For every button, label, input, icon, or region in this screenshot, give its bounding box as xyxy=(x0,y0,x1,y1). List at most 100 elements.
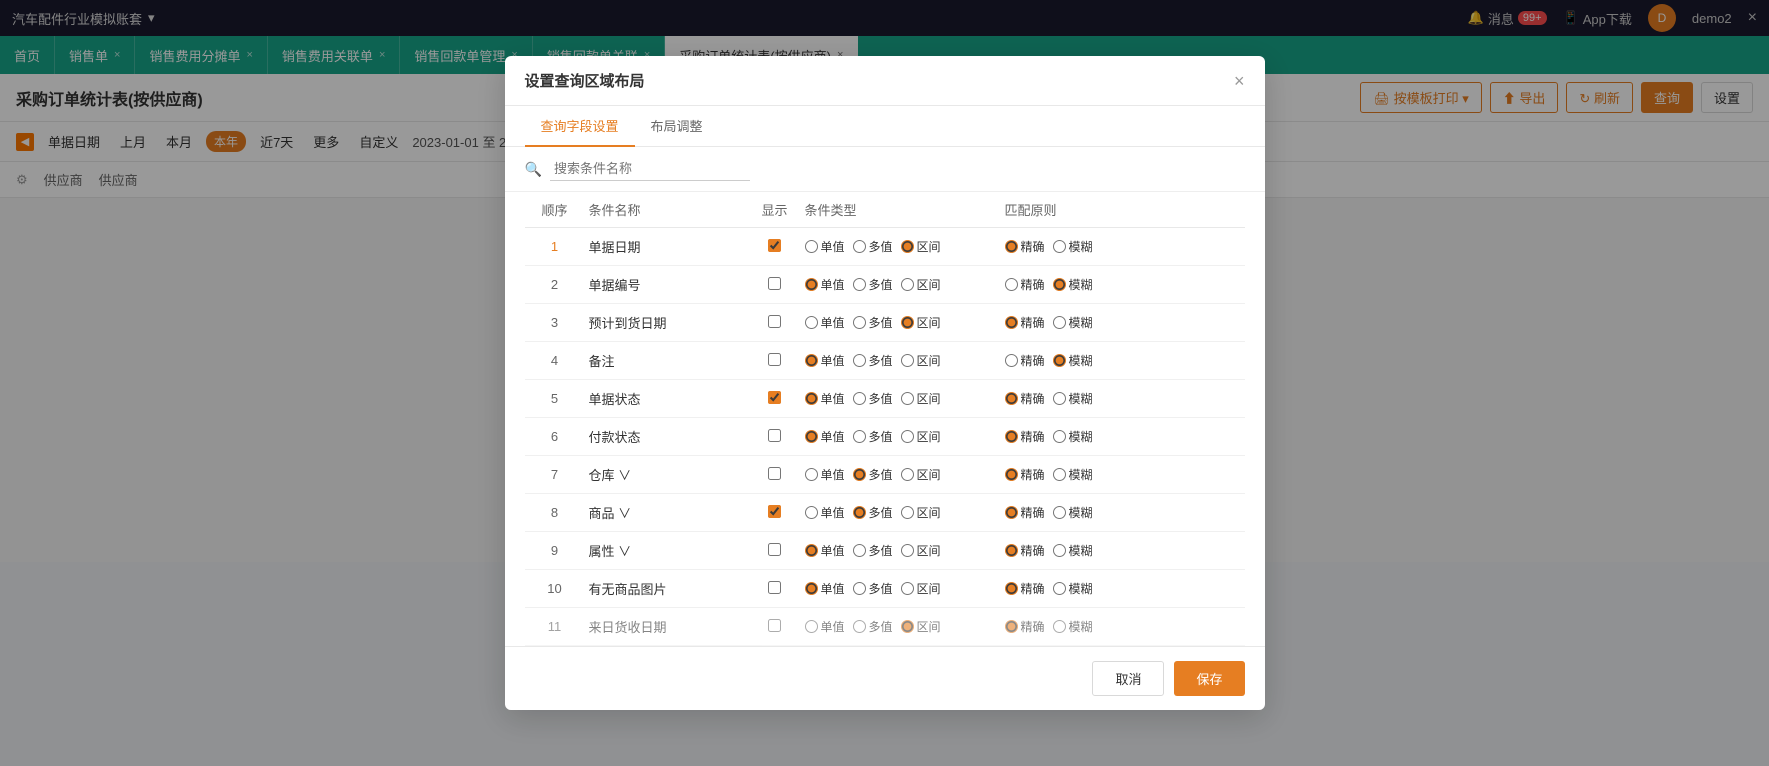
row-display-6[interactable] xyxy=(745,429,805,445)
type-range-9[interactable]: 区间 xyxy=(901,542,941,559)
match-fuzzy-1[interactable]: 模糊 xyxy=(1053,238,1093,255)
type-range-5[interactable]: 区间 xyxy=(901,390,941,407)
cancel-button[interactable]: 取消 xyxy=(1092,661,1164,696)
row-display-3[interactable] xyxy=(745,315,805,331)
dialog-tab-query[interactable]: 查询字段设置 xyxy=(525,106,635,147)
row-match-10: 精确 模糊 xyxy=(1005,580,1225,597)
type-multi-5[interactable]: 多值 xyxy=(853,390,893,407)
type-single-9[interactable]: 单值 xyxy=(805,542,845,559)
row-name-6: 付款状态 xyxy=(585,427,745,446)
type-single-4[interactable]: 单值 xyxy=(805,352,845,369)
match-exact-11[interactable]: 精确 xyxy=(1005,618,1045,635)
type-multi-8[interactable]: 多值 xyxy=(853,504,893,521)
row-checkbox-3[interactable] xyxy=(768,315,781,328)
type-range-6[interactable]: 区间 xyxy=(901,428,941,445)
match-exact-2[interactable]: 精确 xyxy=(1005,276,1045,293)
row-checkbox-2[interactable] xyxy=(768,277,781,290)
row-order-3: 3 xyxy=(525,315,585,330)
match-exact-8[interactable]: 精确 xyxy=(1005,504,1045,521)
table-row: 3 预计到货日期 单值 多值 区间 精确 模糊 xyxy=(525,304,1245,342)
type-multi-7[interactable]: 多值 xyxy=(853,466,893,483)
dialog-table: 顺序 条件名称 显示 条件类型 匹配原则 1 单据日期 单值 多值 区间 xyxy=(505,192,1265,646)
type-multi-11[interactable]: 多值 xyxy=(853,618,893,635)
match-exact-10[interactable]: 精确 xyxy=(1005,580,1045,597)
row-display-9[interactable] xyxy=(745,543,805,559)
type-single-3[interactable]: 单值 xyxy=(805,314,845,331)
search-input[interactable] xyxy=(550,157,750,181)
match-fuzzy-10[interactable]: 模糊 xyxy=(1053,580,1093,597)
row-display-4[interactable] xyxy=(745,353,805,369)
type-range-7[interactable]: 区间 xyxy=(901,466,941,483)
row-checkbox-5[interactable] xyxy=(768,391,781,404)
row-display-8[interactable] xyxy=(745,505,805,521)
row-checkbox-7[interactable] xyxy=(768,467,781,480)
match-fuzzy-2[interactable]: 模糊 xyxy=(1053,276,1093,293)
type-range-4[interactable]: 区间 xyxy=(901,352,941,369)
match-fuzzy-11[interactable]: 模糊 xyxy=(1053,618,1093,635)
row-checkbox-1[interactable] xyxy=(768,239,781,252)
row-display-2[interactable] xyxy=(745,277,805,293)
type-multi-1[interactable]: 多值 xyxy=(853,238,893,255)
row-display-7[interactable] xyxy=(745,467,805,483)
type-single-11[interactable]: 单值 xyxy=(805,618,845,635)
table-row: 11 来日货收日期 单值 多值 区间 精确 模糊 xyxy=(525,608,1245,646)
type-multi-4[interactable]: 多值 xyxy=(853,352,893,369)
row-name-9: 属性 ∨ xyxy=(585,541,745,560)
dialog-close-button[interactable]: × xyxy=(1234,72,1245,90)
row-display-10[interactable] xyxy=(745,581,805,597)
type-multi-6[interactable]: 多值 xyxy=(853,428,893,445)
row-match-6: 精确 模糊 xyxy=(1005,428,1225,445)
type-range-3[interactable]: 区间 xyxy=(901,314,941,331)
type-single-1[interactable]: 单值 xyxy=(805,238,845,255)
type-single-2[interactable]: 单值 xyxy=(805,276,845,293)
row-checkbox-10[interactable] xyxy=(768,581,781,594)
match-exact-9[interactable]: 精确 xyxy=(1005,542,1045,559)
row-checkbox-9[interactable] xyxy=(768,543,781,556)
type-single-5[interactable]: 单值 xyxy=(805,390,845,407)
match-exact-6[interactable]: 精确 xyxy=(1005,428,1045,445)
match-exact-5[interactable]: 精确 xyxy=(1005,390,1045,407)
match-fuzzy-8[interactable]: 模糊 xyxy=(1053,504,1093,521)
row-order-1: 1 xyxy=(525,239,585,254)
match-fuzzy-9[interactable]: 模糊 xyxy=(1053,542,1093,559)
type-range-1[interactable]: 区间 xyxy=(901,238,941,255)
match-exact-1[interactable]: 精确 xyxy=(1005,238,1045,255)
match-fuzzy-7[interactable]: 模糊 xyxy=(1053,466,1093,483)
row-name-1: 单据日期 xyxy=(585,237,745,256)
type-range-11[interactable]: 区间 xyxy=(901,618,941,635)
dialog-title: 设置查询区域布局 xyxy=(525,70,645,91)
type-range-8[interactable]: 区间 xyxy=(901,504,941,521)
match-fuzzy-6[interactable]: 模糊 xyxy=(1053,428,1093,445)
row-match-7: 精确 模糊 xyxy=(1005,466,1225,483)
row-display-5[interactable] xyxy=(745,391,805,407)
row-checkbox-6[interactable] xyxy=(768,429,781,442)
match-exact-7[interactable]: 精确 xyxy=(1005,466,1045,483)
type-single-8[interactable]: 单值 xyxy=(805,504,845,521)
type-multi-3[interactable]: 多值 xyxy=(853,314,893,331)
row-checkbox-11[interactable] xyxy=(768,619,781,632)
row-display-1[interactable] xyxy=(745,239,805,255)
row-type-4: 单值 多值 区间 xyxy=(805,352,1005,369)
match-fuzzy-4[interactable]: 模糊 xyxy=(1053,352,1093,369)
row-checkbox-4[interactable] xyxy=(768,353,781,366)
row-checkbox-8[interactable] xyxy=(768,505,781,518)
match-fuzzy-5[interactable]: 模糊 xyxy=(1053,390,1093,407)
row-name-3: 预计到货日期 xyxy=(585,313,745,332)
type-range-2[interactable]: 区间 xyxy=(901,276,941,293)
row-name-4: 备注 xyxy=(585,351,745,370)
match-exact-3[interactable]: 精确 xyxy=(1005,314,1045,331)
type-single-10[interactable]: 单值 xyxy=(805,580,845,597)
row-display-11[interactable] xyxy=(745,619,805,635)
type-range-10[interactable]: 区间 xyxy=(901,580,941,597)
type-single-7[interactable]: 单值 xyxy=(805,466,845,483)
match-exact-4[interactable]: 精确 xyxy=(1005,352,1045,369)
type-multi-10[interactable]: 多值 xyxy=(853,580,893,597)
type-single-6[interactable]: 单值 xyxy=(805,428,845,445)
dialog-tab-layout[interactable]: 布局调整 xyxy=(635,106,719,147)
type-multi-2[interactable]: 多值 xyxy=(853,276,893,293)
match-fuzzy-3[interactable]: 模糊 xyxy=(1053,314,1093,331)
row-name-7: 仓库 ∨ xyxy=(585,465,745,484)
save-button[interactable]: 保存 xyxy=(1174,661,1244,696)
type-multi-9[interactable]: 多值 xyxy=(853,542,893,559)
dialog-tabs: 查询字段设置 布局调整 xyxy=(505,106,1265,147)
